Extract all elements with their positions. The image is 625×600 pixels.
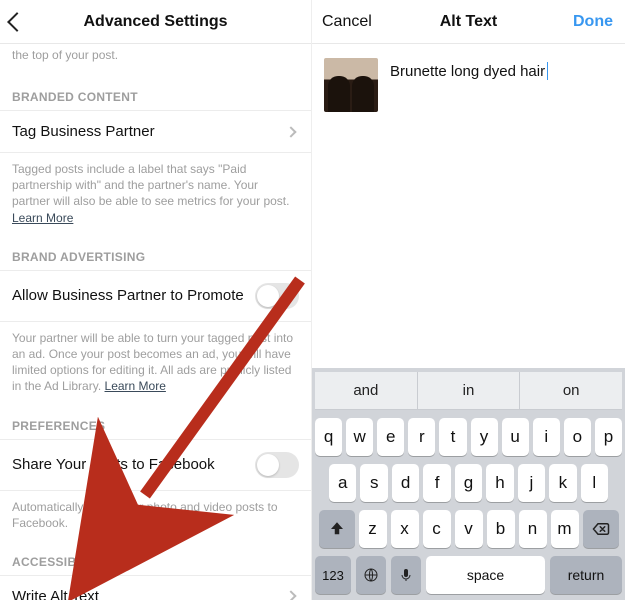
keyboard-row-bottom: 123 space return [315,556,622,594]
key-h[interactable]: h [486,464,513,502]
mic-key[interactable] [391,556,421,594]
section-accessibility: ACCESSIBILITY [0,537,311,575]
space-key[interactable]: space [426,556,545,594]
row-label: Share Your Posts to Facebook [12,456,215,473]
navbar-advanced: Advanced Settings [0,0,311,44]
key-q[interactable]: q [315,418,342,456]
key-s[interactable]: s [360,464,387,502]
key-n[interactable]: n [519,510,547,548]
keyboard-row-3: z x c v b n m [315,510,622,548]
mic-icon [398,567,414,583]
learn-more-link[interactable]: Learn More [12,211,73,225]
key-l[interactable]: l [581,464,608,502]
write-alt-text-row[interactable]: Write Alt Text [0,575,311,600]
prediction-option[interactable]: and [315,372,417,409]
row-label: Allow Business Partner to Promote [12,287,244,304]
alt-text-pane: Cancel Alt Text Done Brunette long dyed … [312,0,625,600]
key-o[interactable]: o [564,418,591,456]
key-f[interactable]: f [423,464,450,502]
key-x[interactable]: x [391,510,419,548]
shift-icon [328,520,346,538]
return-key[interactable]: return [550,556,622,594]
key-i[interactable]: i [533,418,560,456]
key-d[interactable]: d [392,464,419,502]
globe-key[interactable] [356,556,386,594]
key-z[interactable]: z [359,510,387,548]
learn-more-link[interactable]: Learn More [105,379,166,393]
chevron-right-icon [285,126,296,137]
chevron-left-icon [7,12,27,32]
settings-scroll[interactable]: the top of your post. BRANDED CONTENT Ta… [0,44,311,600]
cancel-button[interactable]: Cancel [322,0,372,44]
key-g[interactable]: g [455,464,482,502]
post-thumbnail [324,58,378,112]
key-r[interactable]: r [408,418,435,456]
shift-key[interactable] [319,510,355,548]
section-branded-content: BRANDED CONTENT [0,72,311,110]
branded-content-caption: Tagged posts include a label that says "… [0,153,311,232]
prediction-option[interactable]: on [519,372,622,409]
navbar-alt-text: Cancel Alt Text Done [312,0,625,44]
advanced-settings-pane: Advanced Settings the top of your post. … [0,0,312,600]
key-v[interactable]: v [455,510,483,548]
alt-text-compose: Brunette long dyed hair [312,44,625,126]
prediction-bar: and in on [315,372,622,410]
key-u[interactable]: u [502,418,529,456]
backspace-key[interactable] [583,510,619,548]
key-t[interactable]: t [439,418,466,456]
alt-text-value: Brunette long dyed hair [390,63,545,80]
prediction-option[interactable]: in [417,372,520,409]
key-w[interactable]: w [346,418,373,456]
ios-keyboard: and in on q w e r t y u i o p a s d f [312,368,625,600]
chevron-right-icon [285,591,296,600]
tag-business-partner-row[interactable]: Tag Business Partner [0,110,311,153]
key-m[interactable]: m [551,510,579,548]
section-preferences: PREFERENCES [0,401,311,439]
alt-text-input[interactable]: Brunette long dyed hair [390,58,613,80]
facebook-toggle[interactable] [255,452,299,478]
keyboard-row-1: q w e r t y u i o p [315,418,622,456]
key-p[interactable]: p [595,418,622,456]
text-caret [547,62,548,80]
row-label: Write Alt Text [12,588,99,600]
allow-partner-promote-row[interactable]: Allow Business Partner to Promote [0,270,311,322]
row-label: Tag Business Partner [12,123,155,140]
section-brand-advertising: BRAND ADVERTISING [0,232,311,270]
globe-icon [363,567,379,583]
backspace-icon [592,520,610,538]
key-c[interactable]: c [423,510,451,548]
done-button[interactable]: Done [573,0,613,44]
page-title: Advanced Settings [83,13,227,31]
promote-toggle[interactable] [255,283,299,309]
keyboard-row-2: a s d f g h j k l [315,464,622,502]
brand-advertising-caption: Your partner will be able to turn your t… [0,322,311,401]
truncated-text: the top of your post. [0,44,311,72]
preferences-caption: Automatically share your photo and video… [0,491,311,537]
key-j[interactable]: j [518,464,545,502]
numbers-key[interactable]: 123 [315,556,351,594]
key-e[interactable]: e [377,418,404,456]
key-k[interactable]: k [549,464,576,502]
back-button[interactable] [10,0,24,44]
page-title: Alt Text [440,13,497,31]
key-a[interactable]: a [329,464,356,502]
key-y[interactable]: y [471,418,498,456]
share-facebook-row[interactable]: Share Your Posts to Facebook [0,439,311,491]
key-b[interactable]: b [487,510,515,548]
